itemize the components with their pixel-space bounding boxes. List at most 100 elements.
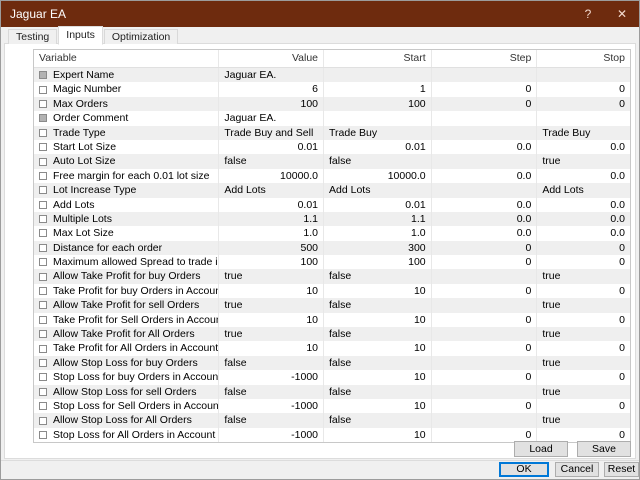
table-row[interactable]: Allow Stop Loss for buy Orders false false…: [34, 355, 630, 371]
save-button[interactable]: Save: [577, 441, 631, 457]
cell-stop[interactable]: 0: [536, 240, 630, 256]
table-row[interactable]: Magic Number 6 1 0 0: [34, 82, 630, 97]
cell-value[interactable]: 10: [218, 283, 323, 299]
cell-start[interactable]: false: [323, 298, 431, 313]
cell-value[interactable]: false: [218, 154, 323, 169]
cell-stop[interactable]: true: [536, 413, 630, 428]
cell-step[interactable]: [430, 327, 537, 342]
table-row[interactable]: Maximum allowed Spread to trade in point…: [34, 255, 630, 270]
cell-start[interactable]: 10: [323, 312, 431, 328]
cell-stop[interactable]: true: [536, 298, 630, 313]
tab-inputs[interactable]: Inputs: [58, 26, 103, 45]
cell-stop[interactable]: 0: [536, 398, 630, 414]
table-row[interactable]: Multiple Lots 1.1 1.1 0.0 0.0: [34, 211, 630, 227]
cell-start[interactable]: 0.01: [323, 139, 431, 155]
cell-start[interactable]: 1.0: [323, 226, 431, 241]
cell-value[interactable]: 500: [218, 240, 323, 256]
cell-start[interactable]: 1.1: [323, 211, 431, 227]
table-row[interactable]: Take Profit for Sell Orders in Account C…: [34, 312, 630, 328]
table-row[interactable]: Allow Stop Loss for All Orders false false…: [34, 413, 630, 428]
cell-step[interactable]: 0: [430, 312, 537, 328]
cell-step[interactable]: 0.0: [430, 211, 537, 227]
cell-step[interactable]: 0: [430, 283, 537, 299]
cell-step[interactable]: [430, 413, 537, 428]
cell-step[interactable]: [430, 355, 537, 371]
optimize-checkbox[interactable]: [39, 402, 47, 411]
cell-value[interactable]: 0.01: [218, 197, 323, 212]
cell-stop[interactable]: true: [536, 355, 630, 371]
table-row[interactable]: Take Profit for buy Orders in Account Cu…: [34, 283, 630, 299]
optimize-checkbox[interactable]: [39, 85, 47, 94]
optimize-checkbox[interactable]: [39, 99, 47, 108]
optimize-checkbox[interactable]: [39, 229, 47, 238]
table-row[interactable]: Auto Lot Size false false true: [34, 154, 630, 169]
optimize-checkbox[interactable]: [39, 359, 47, 367]
cell-value[interactable]: Jaguar EA.: [218, 68, 323, 83]
cell-stop[interactable]: 0: [536, 370, 630, 385]
header-variable[interactable]: Variable: [34, 50, 218, 67]
cell-stop[interactable]: 0.0: [536, 211, 630, 227]
cell-value[interactable]: false: [218, 384, 323, 399]
cell-stop[interactable]: 0: [536, 283, 630, 299]
table-row[interactable]: Stop Loss for All Orders in Account Curr…: [34, 427, 630, 443]
cell-start[interactable]: 10: [323, 283, 431, 299]
cell-value[interactable]: 1.1: [218, 211, 323, 227]
help-icon[interactable]: ?: [571, 1, 605, 27]
cell-stop[interactable]: 0.0: [536, 168, 630, 184]
cell-value[interactable]: Add Lots: [218, 183, 323, 198]
cell-stop[interactable]: 0: [536, 312, 630, 328]
table-row[interactable]: Stop Loss for buy Orders in Account Curr…: [34, 370, 630, 385]
cell-step[interactable]: [430, 111, 537, 126]
cell-start[interactable]: false: [323, 413, 431, 428]
cell-stop[interactable]: true: [536, 269, 630, 284]
cell-value[interactable]: 10: [218, 312, 323, 328]
cancel-button[interactable]: Cancel: [555, 462, 599, 477]
cell-value[interactable]: true: [218, 298, 323, 313]
cell-start[interactable]: false: [323, 327, 431, 342]
table-row[interactable]: Max Lot Size 1.0 1.0 0.0 0.0: [34, 226, 630, 241]
cell-step[interactable]: [430, 154, 537, 169]
cell-stop[interactable]: Add Lots: [536, 183, 630, 198]
cell-value[interactable]: -1000: [218, 370, 323, 385]
optimize-checkbox[interactable]: [39, 258, 47, 267]
table-row[interactable]: Order Comment Jaguar EA.: [34, 111, 630, 126]
cell-step[interactable]: 0: [430, 398, 537, 414]
cell-stop[interactable]: Trade Buy: [536, 125, 630, 140]
cell-stop[interactable]: 0: [536, 341, 630, 356]
cell-step[interactable]: 0: [430, 96, 537, 112]
optimize-checkbox[interactable]: [39, 143, 47, 152]
cell-start[interactable]: false: [323, 269, 431, 284]
cell-value[interactable]: true: [218, 327, 323, 342]
cell-stop[interactable]: true: [536, 154, 630, 169]
load-button[interactable]: Load: [514, 441, 568, 457]
cell-start[interactable]: 10: [323, 370, 431, 385]
header-start[interactable]: Start: [323, 50, 431, 67]
cell-step[interactable]: [430, 125, 537, 140]
optimize-checkbox[interactable]: [39, 186, 47, 195]
cell-value[interactable]: 6: [218, 82, 323, 97]
table-row[interactable]: Distance for each order 500 300 0 0: [34, 240, 630, 256]
cell-step[interactable]: [430, 384, 537, 399]
cell-step[interactable]: 0: [430, 255, 537, 270]
tab-testing[interactable]: Testing: [8, 29, 58, 44]
cell-stop[interactable]: true: [536, 327, 630, 342]
cell-step[interactable]: [430, 68, 537, 83]
cell-value[interactable]: 0.01: [218, 139, 323, 155]
cell-stop[interactable]: 0.0: [536, 197, 630, 212]
cell-step[interactable]: 0: [430, 427, 537, 443]
cell-start[interactable]: 300: [323, 240, 431, 256]
cell-start[interactable]: 100: [323, 96, 431, 112]
cell-step[interactable]: 0.0: [430, 226, 537, 241]
reset-button[interactable]: Reset: [604, 462, 639, 477]
header-stop[interactable]: Stop: [536, 50, 630, 67]
table-row[interactable]: Start Lot Size 0.01 0.01 0.0 0.0: [34, 139, 630, 155]
cell-stop[interactable]: [536, 111, 630, 126]
cell-value[interactable]: false: [218, 355, 323, 371]
table-row[interactable]: Add Lots 0.01 0.01 0.0 0.0: [34, 197, 630, 212]
cell-start[interactable]: 10000.0: [323, 168, 431, 184]
cell-start[interactable]: [323, 68, 431, 83]
optimize-checkbox[interactable]: [39, 272, 47, 281]
cell-value[interactable]: Jaguar EA.: [218, 111, 323, 126]
header-step[interactable]: Step: [430, 50, 537, 67]
cell-step[interactable]: [430, 183, 537, 198]
